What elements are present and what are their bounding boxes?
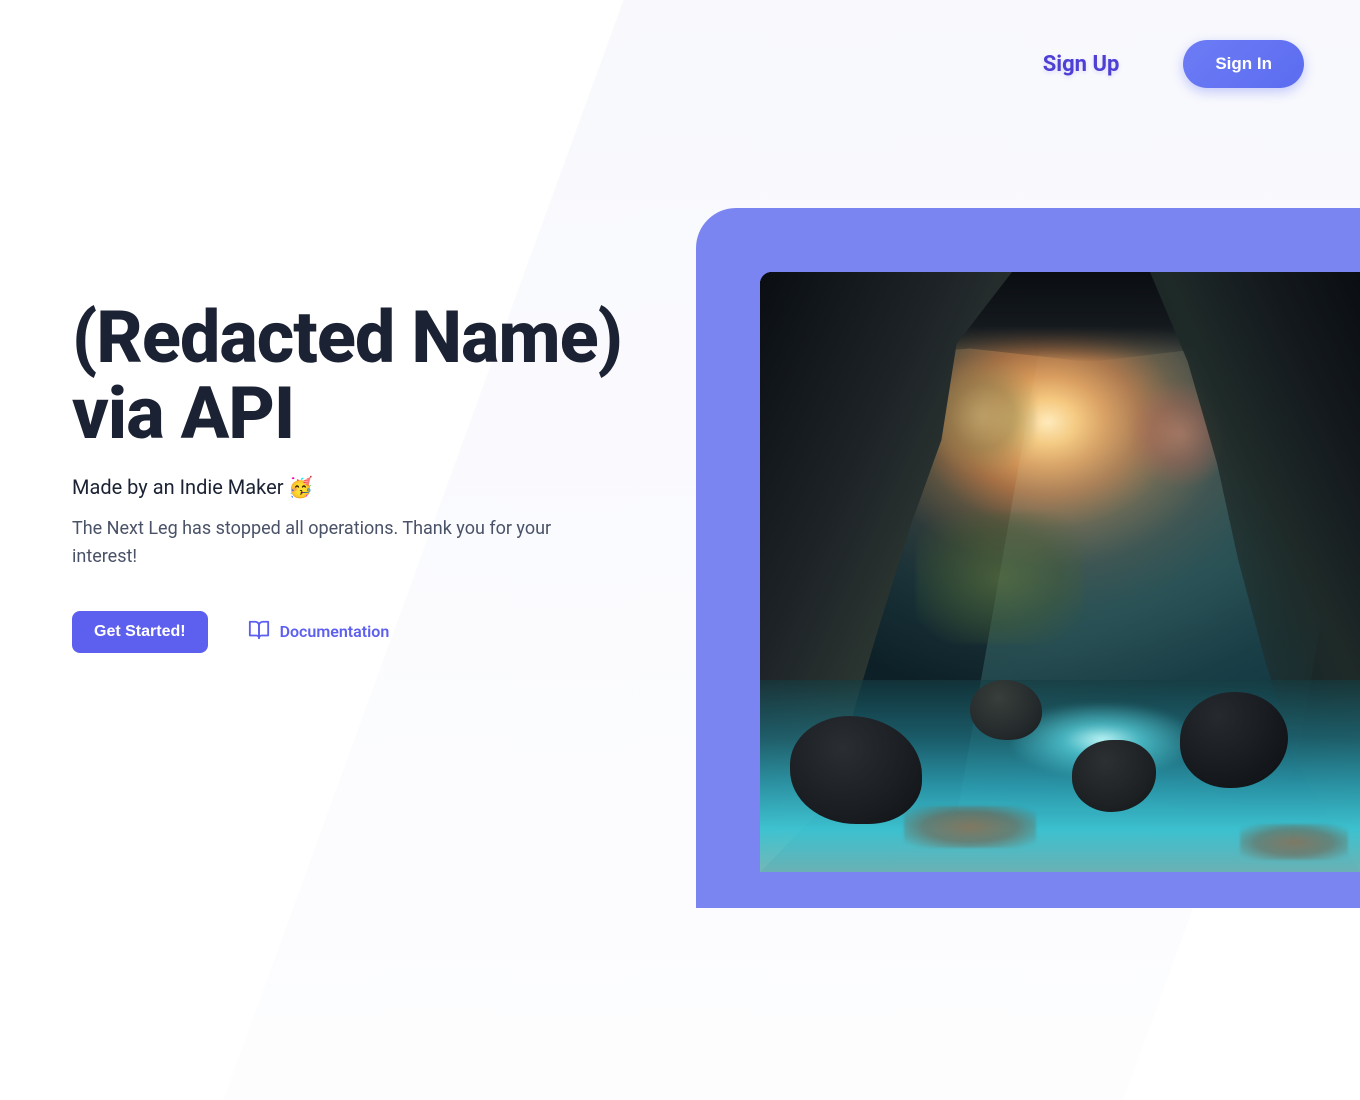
header-nav: Sign Up Sign In [1043,40,1304,88]
hero-content: (Redacted Name) via API Made by an Indie… [72,300,632,653]
documentation-label: Documentation [280,622,390,641]
hero-image [760,272,1360,872]
sign-up-link[interactable]: Sign Up [1043,52,1120,77]
cta-row: Get Started! Documentation [72,611,632,653]
cave-illustration [760,272,1360,872]
sign-in-button[interactable]: Sign In [1183,40,1304,88]
hero-title: (Redacted Name) via API [72,300,632,451]
hero-description: The Next Leg has stopped all operations.… [72,515,592,571]
hero-subtitle: Made by an Indie Maker 🥳 [72,475,632,499]
get-started-button[interactable]: Get Started! [72,611,208,653]
book-icon [248,619,270,645]
documentation-link[interactable]: Documentation [248,619,390,645]
